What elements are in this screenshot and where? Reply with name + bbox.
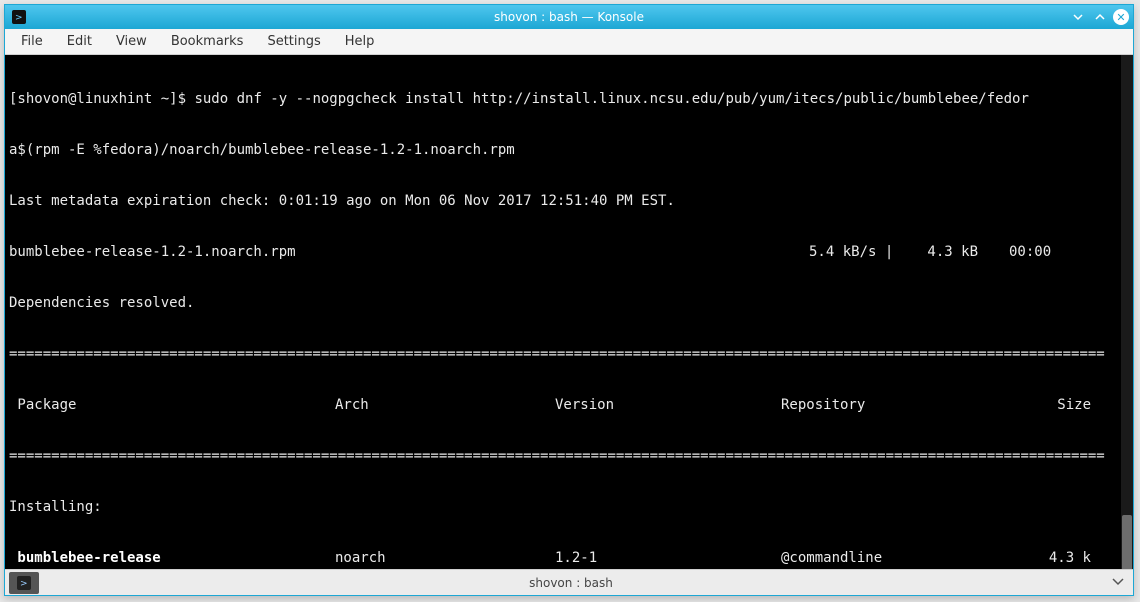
scrollbar-thumb[interactable]: [1122, 515, 1132, 569]
col-version: Version: [555, 397, 781, 414]
menu-bookmarks[interactable]: Bookmarks: [159, 31, 256, 52]
window-title: shovon : bash — Konsole: [494, 10, 644, 24]
tab-menu-icon[interactable]: [1103, 574, 1133, 591]
tab-label[interactable]: shovon : bash: [39, 576, 1103, 590]
cell-version: 1.2-1: [555, 550, 781, 567]
separator-line: ========================================…: [9, 346, 1105, 363]
close-button[interactable]: ✕: [1113, 9, 1129, 25]
scrollbar[interactable]: [1121, 55, 1133, 569]
prompt: [shovon@linuxhint ~]$: [9, 91, 194, 107]
app-window: > shovon : bash — Konsole ✕ File Edit Vi…: [4, 4, 1134, 596]
col-arch: Arch: [335, 397, 555, 414]
cell-repository: @commandline: [781, 550, 1025, 567]
col-repository: Repository: [781, 397, 1025, 414]
deps-line: Dependencies resolved.: [9, 295, 1129, 312]
table-row: bumblebee-release noarch 1.2-1 @commandl…: [9, 550, 1129, 567]
cell-size: 4.3 k: [1025, 550, 1129, 567]
table-header: Package Arch Version Repository Size: [9, 397, 1129, 414]
menu-settings[interactable]: Settings: [255, 31, 332, 52]
new-tab-button[interactable]: >: [9, 572, 39, 594]
window-controls: ✕: [1069, 8, 1133, 26]
prompt-line-1: [shovon@linuxhint ~]$ sudo dnf -y --nogp…: [9, 91, 1129, 108]
menu-help[interactable]: Help: [333, 31, 387, 52]
cell-package: bumblebee-release: [9, 550, 335, 567]
maximize-button[interactable]: [1091, 8, 1109, 26]
col-package: Package: [9, 397, 335, 414]
svg-text:>: >: [20, 579, 28, 589]
download-size: 4.3 kB: [919, 244, 1009, 261]
installing-label: Installing:: [9, 499, 1129, 516]
svg-text:>: >: [15, 13, 23, 23]
titlebar[interactable]: > shovon : bash — Konsole ✕: [5, 5, 1133, 29]
download-time: 00:00: [1009, 244, 1129, 261]
metadata-line: Last metadata expiration check: 0:01:19 …: [9, 193, 1129, 210]
prompt-line-2: a$(rpm -E %fedora)/noarch/bumblebee-rele…: [9, 142, 1129, 159]
separator-line: ========================================…: [9, 448, 1105, 465]
konsole-icon: >: [11, 9, 27, 25]
col-size: Size: [1025, 397, 1129, 414]
terminal-area[interactable]: [shovon@linuxhint ~]$ sudo dnf -y --nogp…: [5, 55, 1133, 569]
download-line: bumblebee-release-1.2-1.noarch.rpm 5.4 k…: [9, 244, 1129, 261]
menu-edit[interactable]: Edit: [55, 31, 104, 52]
download-name: bumblebee-release-1.2-1.noarch.rpm: [9, 244, 809, 261]
taskbar: > shovon : bash: [5, 569, 1133, 595]
menu-view[interactable]: View: [104, 31, 159, 52]
download-speed: 5.4 kB/s |: [809, 244, 919, 261]
menu-file[interactable]: File: [9, 31, 55, 52]
cell-arch: noarch: [335, 550, 555, 567]
minimize-button[interactable]: [1069, 8, 1087, 26]
command-text: sudo dnf -y --nogpgcheck install http://…: [194, 91, 1028, 107]
menubar: File Edit View Bookmarks Settings Help: [5, 29, 1133, 55]
